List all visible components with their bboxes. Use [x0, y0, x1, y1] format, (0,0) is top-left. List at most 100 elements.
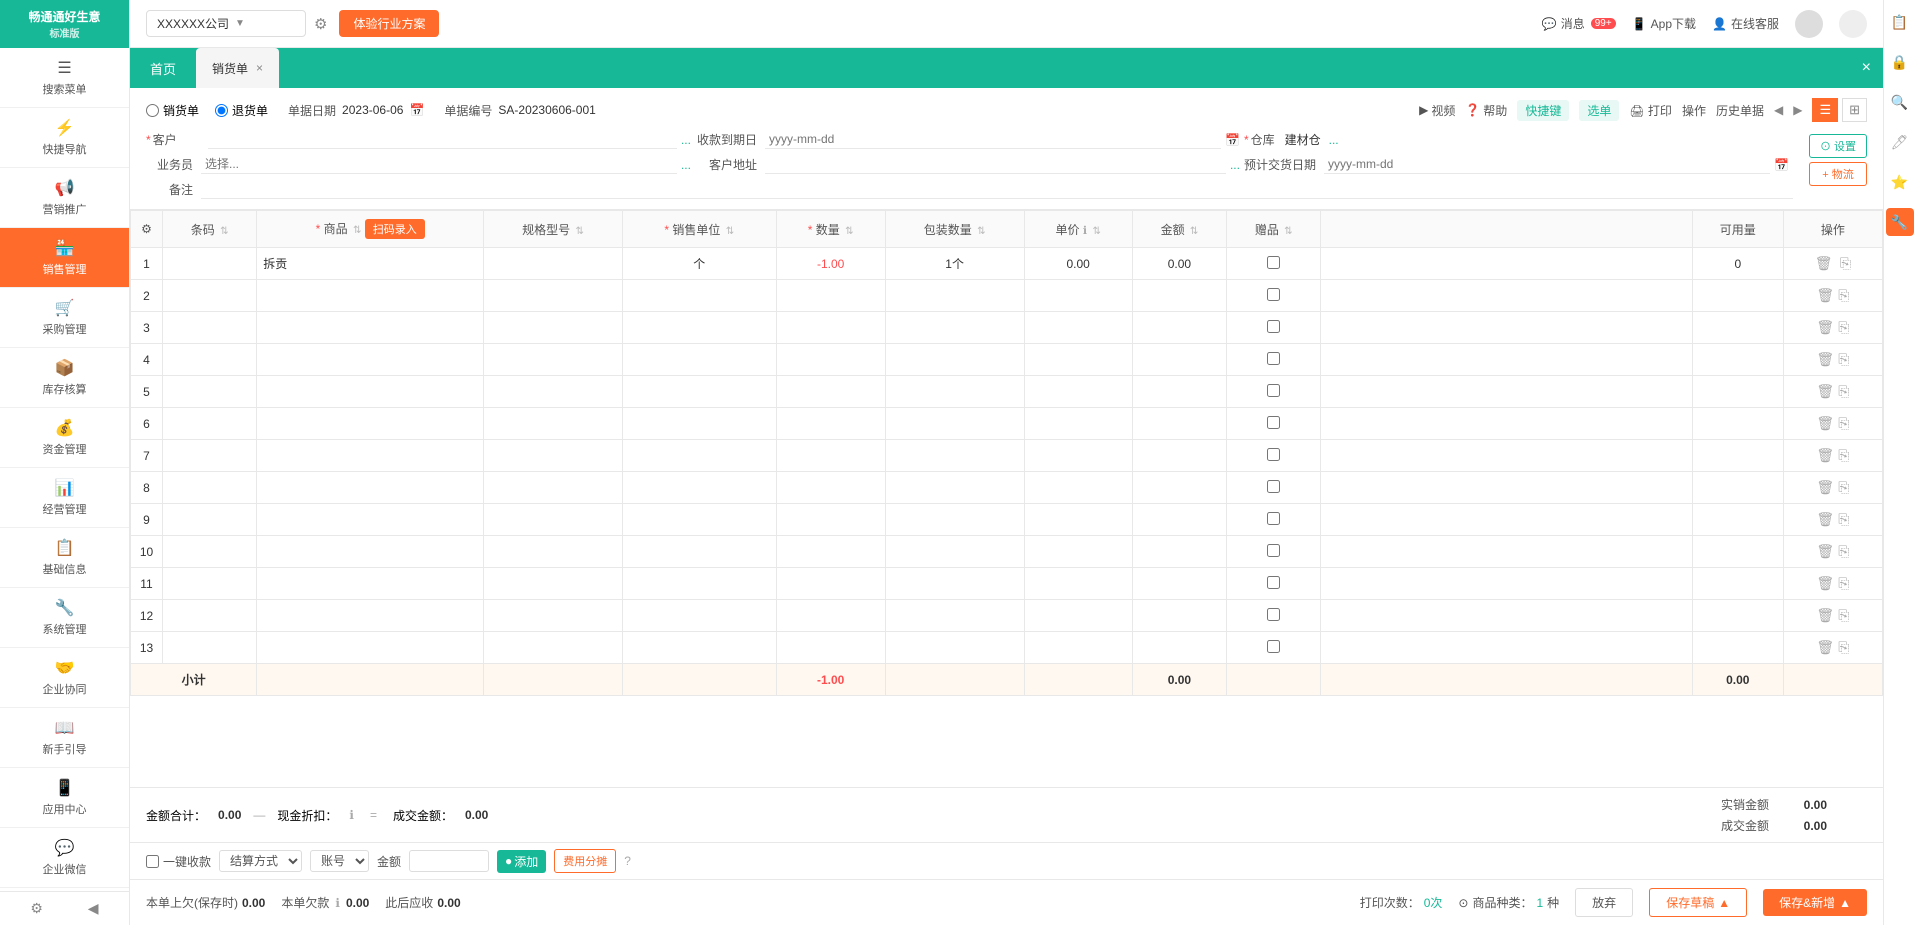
- settings-button[interactable]: ⊙ 设置: [1809, 134, 1867, 158]
- gift-cb[interactable]: [1267, 416, 1280, 429]
- del-btn[interactable]: 🗑: [1816, 639, 1834, 655]
- copy-btn[interactable]: ⎘: [1838, 319, 1849, 335]
- user-avatar[interactable]: [1795, 10, 1823, 38]
- copy-btn[interactable]: ⎘: [1838, 351, 1849, 367]
- sidebar-item-appstore[interactable]: 📱 应用中心: [0, 768, 129, 828]
- sidebar-item-basics[interactable]: 📋 基础信息: [0, 528, 129, 588]
- row-price[interactable]: [1024, 280, 1132, 312]
- row-quantity[interactable]: [776, 280, 885, 312]
- del-btn[interactable]: 🗑: [1816, 575, 1834, 591]
- sidebar-item-shortcuts[interactable]: ⚡ 快捷导航: [0, 108, 129, 168]
- right-panel-icon-4[interactable]: 🖊: [1886, 128, 1914, 156]
- row-delete-btn[interactable]: 🗑: [1815, 255, 1833, 271]
- row-gift-checkbox[interactable]: [1267, 256, 1280, 269]
- del-btn[interactable]: 🗑: [1816, 319, 1834, 335]
- scan-button[interactable]: 扫码录入: [365, 219, 425, 239]
- sidebar-item-guide[interactable]: 📖 新手引导: [0, 708, 129, 768]
- tab-bar-close-icon[interactable]: ×: [1862, 59, 1871, 77]
- col-product-sort-icon[interactable]: ⇅: [353, 225, 361, 236]
- trial-button[interactable]: 体验行业方案: [339, 10, 439, 37]
- salesperson-input[interactable]: [201, 155, 677, 174]
- print-count-value[interactable]: 0次: [1424, 894, 1443, 911]
- app-download-button[interactable]: 📱 App下载: [1632, 15, 1696, 32]
- row-barcode[interactable]: [163, 280, 257, 312]
- row-unit-price[interactable]: 0.00: [1024, 248, 1132, 280]
- sidebar-item-search[interactable]: ☰ 搜索菜单: [0, 48, 129, 108]
- copy-btn[interactable]: ⎘: [1838, 607, 1849, 623]
- tab-close-icon[interactable]: ×: [256, 61, 263, 75]
- right-panel-icon-3[interactable]: 🔍: [1886, 88, 1914, 116]
- warehouse-more-btn[interactable]: ...: [1325, 133, 1343, 147]
- row-quantity[interactable]: -1.00: [776, 248, 885, 280]
- table-wrapper[interactable]: ⚙ 条码 ⇅ * 商品 ⇅ 扫码录入 规格型号: [130, 210, 1883, 787]
- sidebar-item-marketing[interactable]: 📢 营销推广: [0, 168, 129, 228]
- settlement-method-select[interactable]: 结算方式: [219, 850, 302, 872]
- col-qty-sort-icon[interactable]: ⇅: [845, 226, 853, 237]
- copy-btn[interactable]: ⎘: [1838, 511, 1849, 527]
- right-panel-icon-1[interactable]: 📋: [1886, 8, 1914, 36]
- del-btn[interactable]: 🗑: [1816, 383, 1834, 399]
- sidebar-item-inventory[interactable]: 📦 库存核算: [0, 348, 129, 408]
- list-view-btn[interactable]: ☰: [1812, 98, 1838, 122]
- del-btn[interactable]: 🗑: [1816, 479, 1834, 495]
- row-gift-checkbox[interactable]: [1267, 288, 1280, 301]
- row-amount[interactable]: [1132, 280, 1226, 312]
- sidebar-item-purchase[interactable]: 🛒 采购管理: [0, 288, 129, 348]
- gift-cb[interactable]: [1267, 480, 1280, 493]
- one-click-payment-checkbox[interactable]: [146, 855, 159, 868]
- row-barcode[interactable]: [163, 248, 257, 280]
- gift-cb[interactable]: [1267, 512, 1280, 525]
- del-btn[interactable]: 🗑: [1816, 447, 1834, 463]
- gift-cb[interactable]: [1267, 352, 1280, 365]
- gift-cb[interactable]: [1267, 448, 1280, 461]
- notes-input[interactable]: [201, 180, 1793, 199]
- customer-more-btn[interactable]: ...: [677, 133, 695, 147]
- payment-due-input[interactable]: [765, 130, 1221, 149]
- sidebar-collapse-btn[interactable]: ◀: [88, 900, 99, 917]
- online-service-button[interactable]: 👤 在线客服: [1712, 15, 1779, 32]
- tab-sales-order[interactable]: 销货单 ×: [196, 48, 279, 88]
- add-payment-btn[interactable]: ● 添加: [497, 850, 546, 873]
- copy-btn[interactable]: ⎘: [1838, 415, 1849, 431]
- sidebar-item-wechat[interactable]: 💬 企业微信: [0, 828, 129, 888]
- del-btn[interactable]: 🗑: [1816, 543, 1834, 559]
- account-select[interactable]: 账号: [310, 850, 369, 872]
- return-order-radio[interactable]: 退货单: [215, 102, 268, 119]
- save-new-button[interactable]: 保存&新增 ▲: [1763, 889, 1867, 916]
- customer-address-input[interactable]: [765, 155, 1226, 174]
- col-gift-sort-icon[interactable]: ⇅: [1284, 226, 1292, 237]
- row-gift[interactable]: [1227, 248, 1321, 280]
- sidebar-item-sales[interactable]: 🏪 销售管理: [0, 228, 129, 288]
- row-copy-btn[interactable]: ⎘: [1840, 255, 1851, 271]
- logistics-button[interactable]: + 物流: [1809, 162, 1867, 186]
- product-types-value[interactable]: 1: [1536, 896, 1543, 910]
- copy-btn[interactable]: ⎘: [1838, 543, 1849, 559]
- select-btn[interactable]: 选单: [1579, 100, 1619, 121]
- video-btn[interactable]: ▶ 视频: [1419, 102, 1455, 119]
- col-barcode-sort-icon[interactable]: ⇅: [220, 226, 228, 237]
- row-package-qty[interactable]: 1个: [885, 248, 1024, 280]
- one-click-payment[interactable]: 一键收款: [146, 853, 211, 870]
- col-settings-icon[interactable]: ⚙: [141, 222, 152, 236]
- col-spec-sort-icon[interactable]: ⇅: [575, 226, 583, 237]
- sidebar-item-enterprise[interactable]: 🤝 企业协同: [0, 648, 129, 708]
- row-product[interactable]: 拆贡: [257, 248, 484, 280]
- row-product[interactable]: [257, 280, 484, 312]
- payment-due-calendar-icon[interactable]: 📅: [1221, 133, 1244, 147]
- col-pkgqty-sort-icon[interactable]: ⇅: [977, 226, 985, 237]
- row-spec[interactable]: [484, 248, 623, 280]
- row-gift[interactable]: [1227, 280, 1321, 312]
- sales-order-radio-input[interactable]: [146, 104, 159, 117]
- sidebar-item-finance[interactable]: 💰 资金管理: [0, 408, 129, 468]
- next-icon[interactable]: ▶: [1793, 103, 1802, 117]
- col-unit-sort-icon[interactable]: ⇅: [726, 226, 734, 237]
- col-price-sort-icon[interactable]: ⇅: [1092, 226, 1100, 237]
- fee-split-btn[interactable]: 费用分摊: [554, 849, 616, 873]
- gift-cb[interactable]: [1267, 384, 1280, 397]
- shortcuts-btn[interactable]: 快捷键: [1517, 100, 1569, 121]
- right-panel-icon-2[interactable]: 🔒: [1886, 48, 1914, 76]
- message-button[interactable]: 💬 消息 99+: [1542, 15, 1616, 32]
- row-pkg[interactable]: [885, 280, 1024, 312]
- salesperson-more-btn[interactable]: ...: [677, 158, 695, 172]
- copy-btn[interactable]: ⎘: [1838, 447, 1849, 463]
